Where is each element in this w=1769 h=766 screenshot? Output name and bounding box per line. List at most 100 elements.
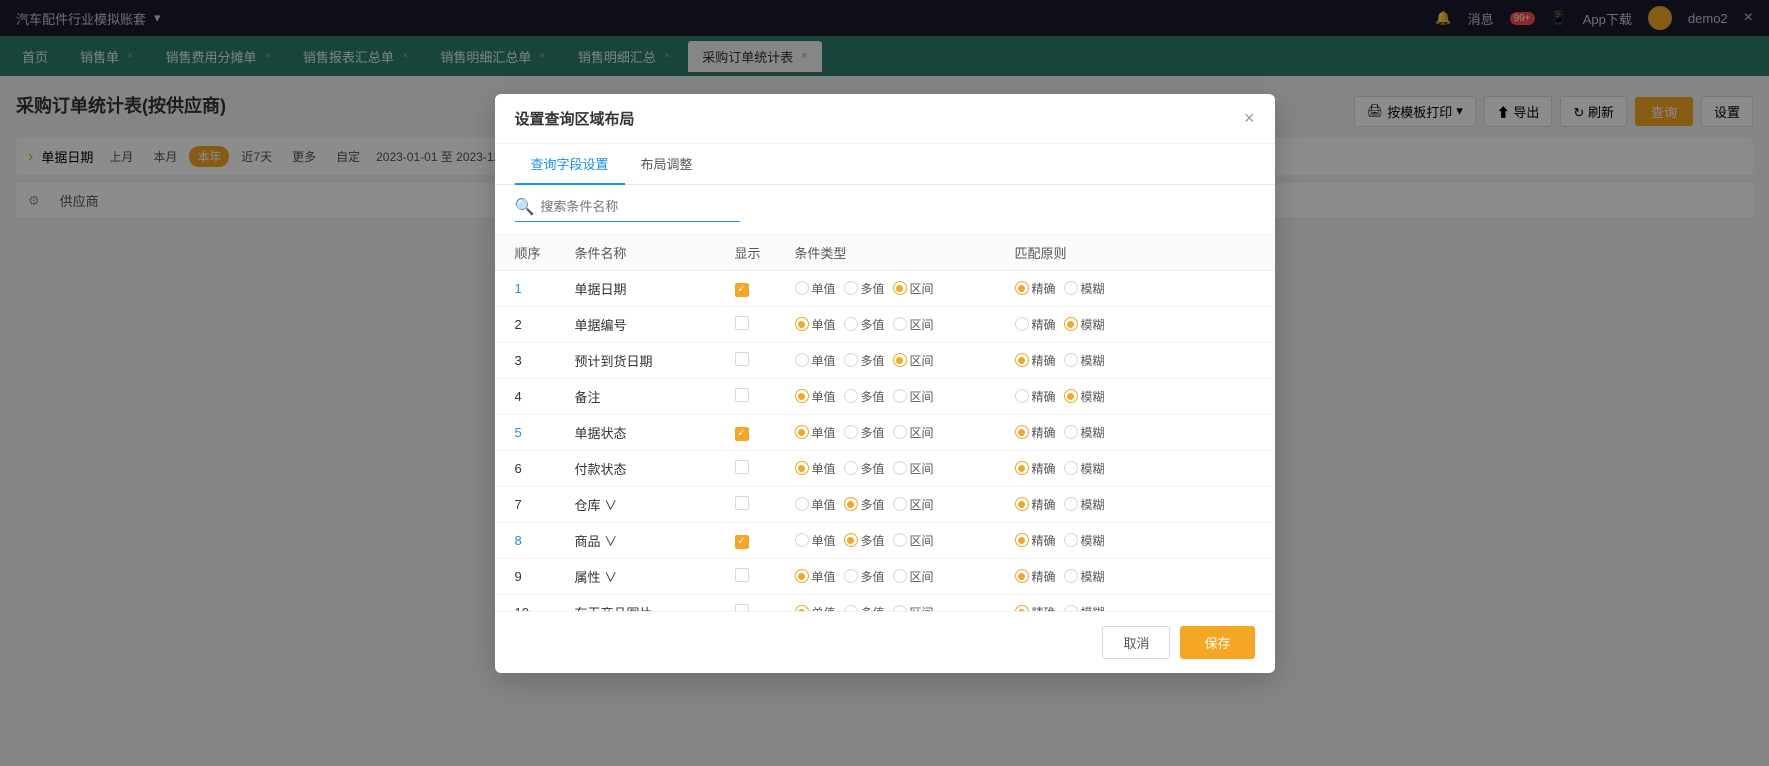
type-single[interactable]: 单值 xyxy=(795,316,836,333)
match-exact[interactable]: 精确 xyxy=(1015,352,1056,369)
radio-multi[interactable] xyxy=(844,353,858,367)
type-range[interactable]: 区间 xyxy=(893,496,934,513)
row-display[interactable] xyxy=(735,532,795,549)
type-single[interactable]: 单值 xyxy=(795,496,836,513)
radio-exact[interactable] xyxy=(1015,497,1029,511)
radio-exact[interactable] xyxy=(1015,317,1029,331)
radio-exact[interactable] xyxy=(1015,353,1029,367)
save-button[interactable]: 保存 xyxy=(1180,626,1254,659)
match-fuzzy[interactable]: 模糊 xyxy=(1064,424,1105,441)
type-single[interactable]: 单值 xyxy=(795,532,836,549)
radio-exact[interactable] xyxy=(1015,569,1029,583)
radio-fuzzy[interactable] xyxy=(1064,281,1078,295)
row-display[interactable] xyxy=(735,316,795,333)
modal-search-input[interactable] xyxy=(540,199,740,214)
radio-range[interactable] xyxy=(893,569,907,583)
modal-tab-layout[interactable]: 布局调整 xyxy=(625,144,709,185)
type-range[interactable]: 区间 xyxy=(893,532,934,549)
row-display[interactable] xyxy=(735,424,795,441)
type-multi[interactable]: 多值 xyxy=(844,352,885,369)
radio-multi[interactable] xyxy=(844,425,858,439)
radio-fuzzy[interactable] xyxy=(1064,461,1078,475)
type-single[interactable]: 单值 xyxy=(795,352,836,369)
match-exact[interactable]: 精确 xyxy=(1015,568,1056,585)
type-range[interactable]: 区间 xyxy=(893,604,934,611)
type-range[interactable]: 区间 xyxy=(893,280,934,297)
radio-fuzzy[interactable] xyxy=(1064,425,1078,439)
radio-multi[interactable] xyxy=(844,281,858,295)
row-display[interactable] xyxy=(735,604,795,611)
type-multi[interactable]: 多值 xyxy=(844,316,885,333)
match-fuzzy[interactable]: 模糊 xyxy=(1064,352,1105,369)
row-display[interactable] xyxy=(735,388,795,405)
type-range[interactable]: 区间 xyxy=(893,316,934,333)
type-multi[interactable]: 多值 xyxy=(844,568,885,585)
radio-exact[interactable] xyxy=(1015,389,1029,403)
type-single[interactable]: 单值 xyxy=(795,568,836,585)
match-exact[interactable]: 精确 xyxy=(1015,388,1056,405)
radio-multi[interactable] xyxy=(844,461,858,475)
display-checkbox[interactable] xyxy=(735,427,749,441)
display-checkbox[interactable] xyxy=(735,496,749,510)
type-multi[interactable]: 多值 xyxy=(844,604,885,611)
radio-single[interactable] xyxy=(795,281,809,295)
display-checkbox[interactable] xyxy=(735,316,749,330)
type-multi[interactable]: 多值 xyxy=(844,388,885,405)
radio-single[interactable] xyxy=(795,425,809,439)
type-single[interactable]: 单值 xyxy=(795,280,836,297)
match-exact[interactable]: 精确 xyxy=(1015,604,1056,611)
match-fuzzy[interactable]: 模糊 xyxy=(1064,280,1105,297)
match-fuzzy[interactable]: 模糊 xyxy=(1064,496,1105,513)
type-multi[interactable]: 多值 xyxy=(844,280,885,297)
match-fuzzy[interactable]: 模糊 xyxy=(1064,388,1105,405)
type-range[interactable]: 区间 xyxy=(893,424,934,441)
display-checkbox[interactable] xyxy=(735,388,749,402)
radio-single[interactable] xyxy=(795,497,809,511)
type-multi[interactable]: 多值 xyxy=(844,496,885,513)
radio-single[interactable] xyxy=(795,461,809,475)
radio-fuzzy[interactable] xyxy=(1064,533,1078,547)
radio-multi[interactable] xyxy=(844,533,858,547)
radio-multi[interactable] xyxy=(844,569,858,583)
row-display[interactable] xyxy=(735,496,795,513)
radio-range[interactable] xyxy=(893,461,907,475)
display-checkbox[interactable] xyxy=(735,604,749,611)
match-fuzzy[interactable]: 模糊 xyxy=(1064,568,1105,585)
radio-fuzzy[interactable] xyxy=(1064,389,1078,403)
match-exact[interactable]: 精确 xyxy=(1015,280,1056,297)
radio-range[interactable] xyxy=(893,353,907,367)
match-fuzzy[interactable]: 模糊 xyxy=(1064,532,1105,549)
display-checkbox[interactable] xyxy=(735,283,749,297)
match-exact[interactable]: 精确 xyxy=(1015,424,1056,441)
type-range[interactable]: 区间 xyxy=(893,388,934,405)
radio-multi[interactable] xyxy=(844,497,858,511)
radio-range[interactable] xyxy=(893,533,907,547)
radio-fuzzy[interactable] xyxy=(1064,353,1078,367)
radio-fuzzy[interactable] xyxy=(1064,317,1078,331)
radio-single[interactable] xyxy=(795,317,809,331)
type-single[interactable]: 单值 xyxy=(795,424,836,441)
radio-single[interactable] xyxy=(795,353,809,367)
radio-multi[interactable] xyxy=(844,389,858,403)
match-fuzzy[interactable]: 模糊 xyxy=(1064,604,1105,611)
row-display[interactable] xyxy=(735,568,795,585)
modal-tab-fields[interactable]: 查询字段设置 xyxy=(515,144,625,185)
radio-fuzzy[interactable] xyxy=(1064,569,1078,583)
type-single[interactable]: 单值 xyxy=(795,604,836,611)
row-display[interactable] xyxy=(735,280,795,297)
radio-multi[interactable] xyxy=(844,317,858,331)
display-checkbox[interactable] xyxy=(735,352,749,366)
radio-range[interactable] xyxy=(893,497,907,511)
type-multi[interactable]: 多值 xyxy=(844,424,885,441)
type-single[interactable]: 单值 xyxy=(795,460,836,477)
match-exact[interactable]: 精确 xyxy=(1015,460,1056,477)
radio-exact[interactable] xyxy=(1015,281,1029,295)
radio-exact[interactable] xyxy=(1015,425,1029,439)
type-range[interactable]: 区间 xyxy=(893,460,934,477)
radio-exact[interactable] xyxy=(1015,461,1029,475)
match-exact[interactable]: 精确 xyxy=(1015,496,1056,513)
display-checkbox[interactable] xyxy=(735,460,749,474)
radio-range[interactable] xyxy=(893,425,907,439)
radio-range[interactable] xyxy=(893,389,907,403)
radio-exact[interactable] xyxy=(1015,533,1029,547)
